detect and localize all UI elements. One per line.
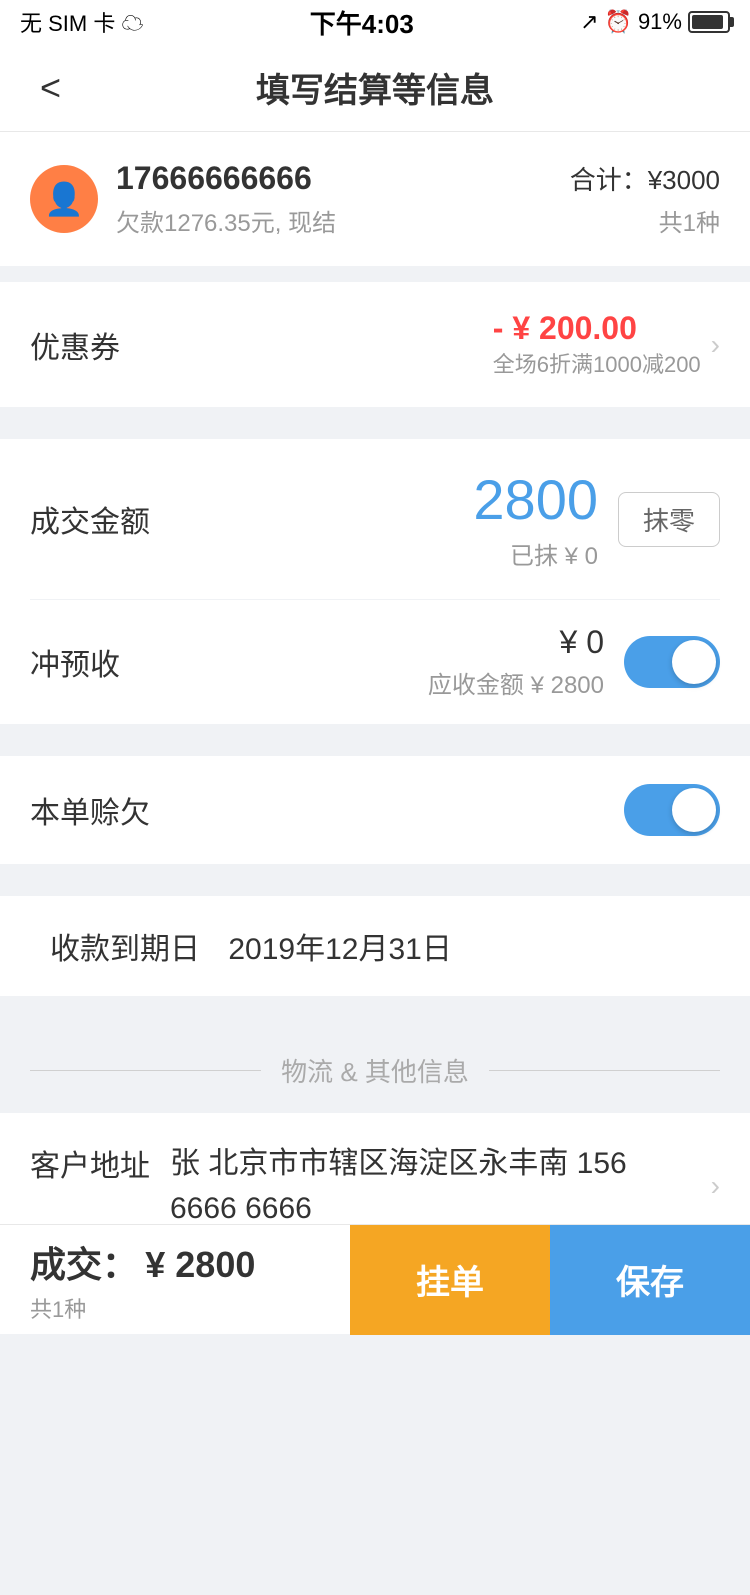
total-count: 共1种	[570, 203, 720, 238]
footer-info: 成交： ¥ 2800 共1种	[0, 1236, 350, 1324]
total-amount: 合计：¥3000	[570, 160, 720, 197]
duedate-section: 收款到期日 2019年12月31日	[0, 896, 750, 996]
address-content: 张 北京市市辖区海淀区永丰南 156 6666 6666	[170, 1141, 701, 1231]
coupon-desc: 全场6折满1000减200	[493, 347, 701, 379]
direction-icon: ↗	[580, 9, 598, 35]
hang-button[interactable]: 挂单	[350, 1225, 550, 1335]
status-left: 无 SIM 卡 ☁	[20, 6, 143, 38]
coupon-label: 优惠券	[30, 323, 120, 367]
customer-card: 👤 17666666666 欠款1276.35元, 现结 合计：¥3000 共1…	[0, 132, 750, 266]
battery-text: 91%	[638, 9, 682, 35]
section-divider-1	[0, 423, 750, 439]
customer-debt: 欠款1276.35元, 现结	[116, 203, 336, 238]
coupon-row[interactable]: 优惠券 - ¥ 200.00 全场6折满1000减200 ›	[0, 282, 750, 407]
save-button[interactable]: 保存	[550, 1225, 750, 1335]
deal-amount-sub: 已抹 ¥ 0	[473, 536, 598, 571]
address-chevron-icon: ›	[701, 1170, 720, 1202]
logistics-divider: 物流 & 其他信息	[0, 1028, 750, 1113]
address-label: 客户地址	[30, 1141, 150, 1185]
prepay-row: 冲预收 ¥ 0 应收金额 ¥ 2800	[30, 600, 720, 724]
divider-line-right	[489, 1070, 720, 1071]
status-right: ↗ ⏰ 91%	[580, 9, 730, 35]
status-bar: 无 SIM 卡 ☁ 下午4:03 ↗ ⏰ 91%	[0, 0, 750, 44]
avatar: 👤	[30, 165, 98, 233]
credit-toggle[interactable]	[624, 784, 720, 836]
footer-count: 共1种	[30, 1292, 320, 1324]
header: < 填写结算等信息	[0, 44, 750, 132]
customer-info: 17666666666 欠款1276.35元, 现结	[116, 160, 336, 238]
prepay-label: 冲预收	[30, 640, 120, 684]
toggle-knob	[672, 640, 716, 684]
section-divider-3	[0, 880, 750, 896]
customer-total: 合计：¥3000 共1种	[570, 160, 720, 238]
status-time: 下午4:03	[310, 4, 414, 41]
back-button[interactable]: <	[30, 57, 71, 119]
footer-total-label: 成交：	[30, 1244, 138, 1285]
coupon-chevron-icon: ›	[711, 329, 720, 361]
deal-amount-row: 成交金额 2800 已抹 ¥ 0 抹零	[30, 439, 720, 600]
prepay-value: ¥ 0	[428, 624, 604, 661]
content: 👤 17666666666 欠款1276.35元, 现结 合计：¥3000 共1…	[0, 132, 750, 1595]
battery-icon	[688, 11, 730, 33]
round-button[interactable]: 抹零	[618, 492, 720, 547]
section-divider-2	[0, 740, 750, 756]
clock-icon: ⏰	[605, 9, 632, 35]
credit-section: 本单赊欠	[0, 756, 750, 864]
footer: 成交： ¥ 2800 共1种 挂单 保存	[0, 1224, 750, 1334]
deal-amount-value: 2800	[473, 467, 598, 532]
footer-total: 成交： ¥ 2800	[30, 1236, 320, 1288]
coupon-discount: - ¥ 200.00	[493, 310, 701, 347]
prepay-toggle[interactable]	[624, 636, 720, 688]
prepay-sub: 应收金额 ¥ 2800	[428, 665, 604, 700]
page-title: 填写结算等信息	[256, 63, 494, 112]
amount-section: 成交金额 2800 已抹 ¥ 0 抹零 冲预收 ¥ 0 应收金额 ¥ 2800	[0, 439, 750, 724]
customer-phone: 17666666666	[116, 160, 336, 197]
duedate-label: 收款到期日	[50, 933, 200, 966]
footer-total-value: ¥ 2800	[145, 1244, 255, 1285]
duedate-value: 2019年12月31日	[228, 933, 451, 966]
credit-label: 本单赊欠	[30, 788, 150, 832]
divider-line-left	[30, 1070, 261, 1071]
sim-text: 无 SIM 卡 ☁	[20, 6, 143, 38]
section-divider-4	[0, 1012, 750, 1028]
credit-toggle-knob	[672, 788, 716, 832]
deal-amount-label: 成交金额	[30, 497, 150, 541]
logistics-label: 物流 & 其他信息	[281, 1052, 469, 1089]
